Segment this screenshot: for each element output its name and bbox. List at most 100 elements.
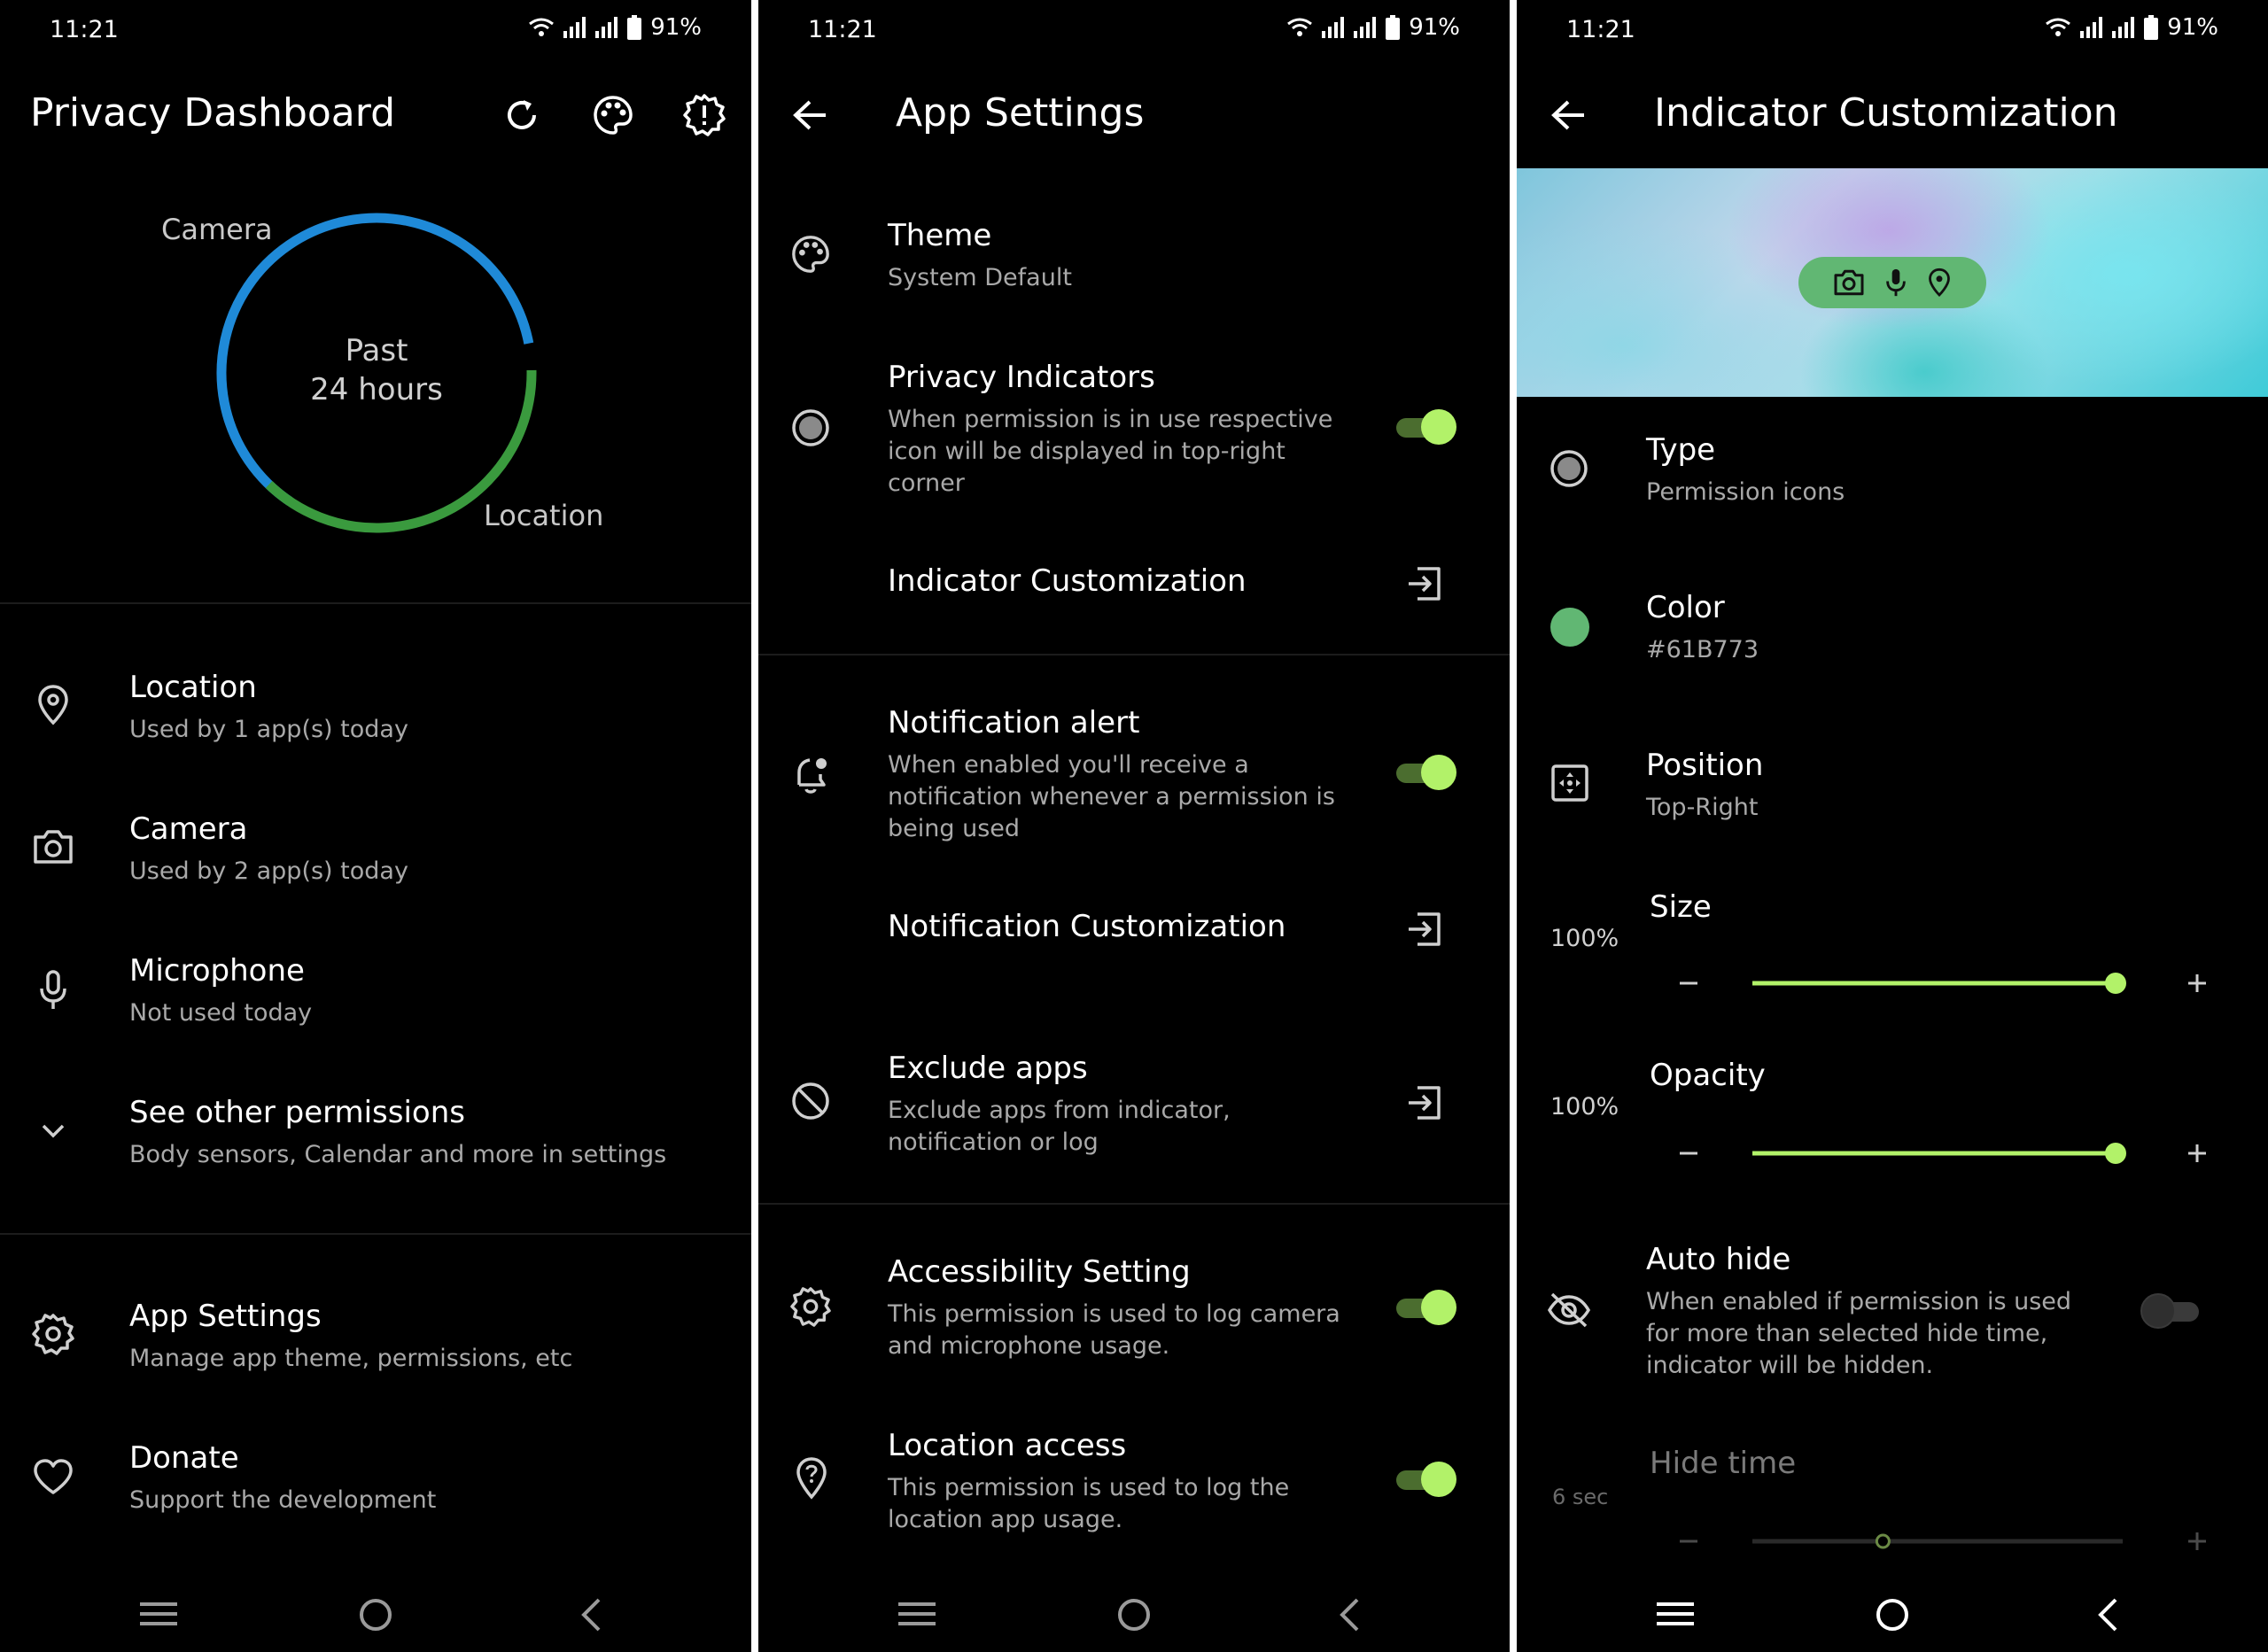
status-icons: 91% — [2045, 14, 2218, 41]
app-settings-screen: 11:21 91% App Settings Theme System Defa… — [758, 0, 1510, 1652]
auto-hide-toggle[interactable] — [2140, 1293, 2204, 1329]
back-icon[interactable] — [579, 1597, 602, 1633]
back-arrow-icon[interactable] — [792, 99, 827, 131]
divider — [0, 1233, 751, 1235]
privacy-dashboard-screen: 11:21 91% Privacy Dashboard Camera Locat — [0, 0, 751, 1652]
toggle-knob — [1421, 1290, 1456, 1325]
signal-icon — [1322, 17, 1345, 38]
item-title: Notification alert — [888, 705, 1140, 741]
item-sub: #61B773 — [1646, 636, 1759, 663]
accessibility-toggle[interactable] — [1393, 1290, 1456, 1325]
battery-icon — [627, 15, 642, 40]
opacity-label: Opacity — [1650, 1058, 1766, 1093]
location-question-icon — [796, 1457, 827, 1500]
center-line-2: 24 hours — [310, 372, 443, 407]
item-title: Exclude apps — [888, 1051, 1088, 1086]
indicator-preview — [1517, 168, 2268, 397]
signal-icon — [563, 17, 586, 38]
status-time: 11:21 — [50, 16, 119, 43]
size-slider[interactable] — [1752, 967, 2133, 999]
toggle-knob — [2140, 1293, 2176, 1329]
battery-icon — [2144, 15, 2159, 40]
size-label: Size — [1650, 889, 1712, 925]
slider-thumb[interactable] — [2105, 1143, 2126, 1164]
signal-icon-2 — [595, 17, 618, 38]
battery-percent: 91% — [1409, 14, 1460, 41]
chart-center-text: Past 24 hours — [270, 331, 483, 409]
minus-icon[interactable] — [1676, 971, 1701, 996]
home-icon[interactable] — [1116, 1597, 1152, 1633]
divider — [0, 602, 751, 604]
item-sub: Permission icons — [1646, 478, 1845, 506]
nav-bar — [0, 1546, 751, 1652]
home-icon[interactable] — [1875, 1597, 1910, 1633]
status-icons: 91% — [1286, 14, 1460, 41]
opacity-value: 100% — [1550, 1093, 1619, 1121]
slider-thumb[interactable] — [2105, 973, 2126, 994]
radio-dot-icon — [1550, 450, 1588, 487]
item-sub: Exclude apps from indicator, notificatio… — [888, 1097, 1231, 1156]
gear-icon — [790, 1287, 831, 1327]
toggle-knob — [1421, 409, 1456, 445]
opacity-slider[interactable] — [1752, 1137, 2133, 1169]
item-title: Microphone — [129, 953, 305, 989]
battery-icon — [1386, 15, 1401, 40]
plus-icon[interactable] — [2185, 1141, 2210, 1166]
back-arrow-icon[interactable] — [1550, 99, 1586, 131]
item-sub: Support the development — [129, 1486, 437, 1514]
indicator-pill — [1798, 257, 1986, 308]
home-icon[interactable] — [358, 1597, 393, 1633]
hide-time-value: 6 sec — [1552, 1485, 1609, 1509]
status-icons: 91% — [528, 14, 702, 41]
status-time: 11:21 — [808, 16, 877, 43]
item-title: See other permissions — [129, 1095, 465, 1130]
location-chart-label: Location — [484, 499, 604, 532]
item-title: App Settings — [129, 1299, 322, 1334]
open-exit-icon — [1409, 567, 1441, 601]
recents-icon[interactable] — [1657, 1601, 1694, 1627]
toggle-knob — [1421, 755, 1456, 790]
palette-icon[interactable] — [592, 94, 634, 136]
visibility-off-icon — [1547, 1292, 1591, 1328]
location-access-toggle[interactable] — [1393, 1462, 1456, 1497]
notification-bell-icon — [797, 758, 827, 794]
heart-icon — [34, 1459, 73, 1494]
location-pin-icon — [1929, 268, 1950, 297]
plus-icon[interactable] — [2185, 971, 2210, 996]
privacy-indicators-toggle[interactable] — [1393, 409, 1456, 445]
item-title: Indicator Customization — [888, 563, 1247, 599]
signal-icon-2 — [2112, 17, 2135, 38]
item-title: Notification Customization — [888, 909, 1286, 944]
toggle-knob — [1421, 1462, 1456, 1497]
item-title: Location access — [888, 1428, 1127, 1463]
settings-alert-icon[interactable] — [682, 93, 726, 137]
page-title: Indicator Customization — [1654, 90, 2118, 136]
page-title: App Settings — [896, 90, 1145, 136]
item-sub: Not used today — [129, 999, 313, 1027]
item-sub: When enabled you'll receive a notificati… — [888, 751, 1335, 842]
item-title: Auto hide — [1646, 1242, 1791, 1277]
recents-icon[interactable] — [898, 1601, 936, 1627]
camera-icon — [1834, 269, 1864, 296]
nav-bar — [758, 1546, 1510, 1652]
refresh-icon[interactable] — [501, 95, 542, 136]
status-time: 11:21 — [1566, 16, 1635, 43]
back-icon[interactable] — [2096, 1597, 2119, 1633]
item-sub: Used by 2 app(s) today — [129, 857, 408, 885]
item-sub: Body sensors, Calendar and more in setti… — [129, 1141, 667, 1168]
page-title: Privacy Dashboard — [30, 90, 396, 136]
signal-icon — [2080, 17, 2103, 38]
item-title: Camera — [129, 811, 248, 847]
gear-icon — [32, 1314, 74, 1355]
item-title: Privacy Indicators — [888, 360, 1155, 395]
back-icon[interactable] — [1338, 1597, 1361, 1633]
notification-alert-toggle[interactable] — [1393, 755, 1456, 790]
item-title: Location — [129, 670, 257, 705]
recents-icon[interactable] — [140, 1601, 177, 1627]
location-pin-icon — [38, 685, 68, 725]
block-icon — [792, 1082, 829, 1120]
item-sub: This permission is used to log camera an… — [888, 1300, 1340, 1360]
wifi-icon — [2046, 18, 2071, 36]
minus-icon[interactable] — [1676, 1141, 1701, 1166]
item-sub: Top-Right — [1646, 794, 1759, 821]
